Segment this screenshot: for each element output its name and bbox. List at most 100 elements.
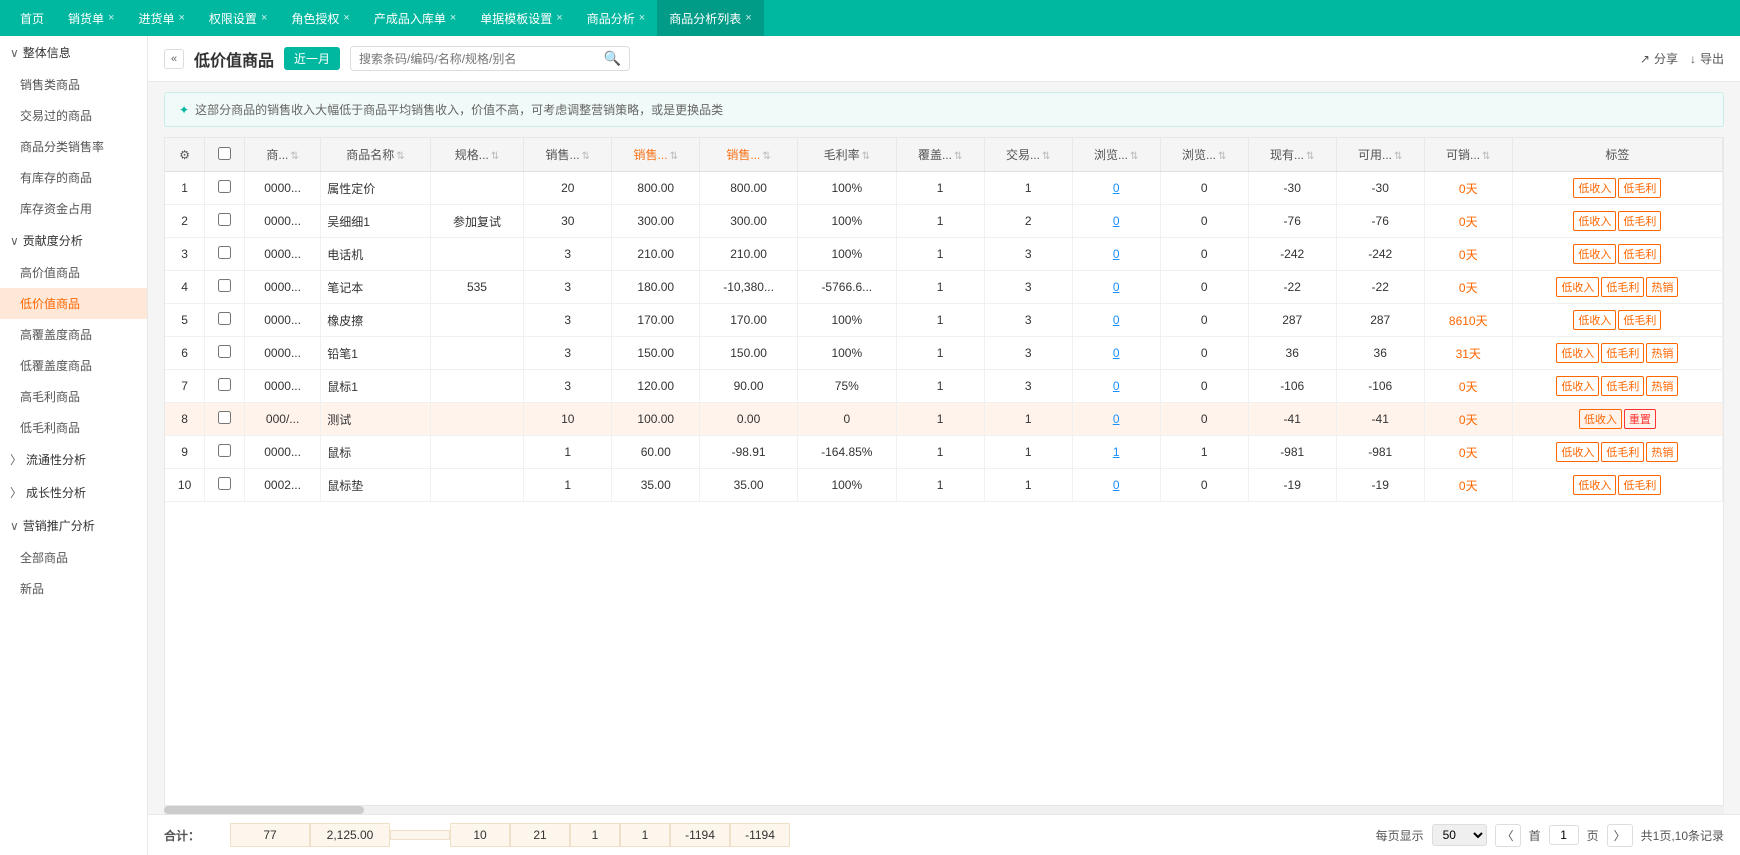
td-code: 0000... — [245, 238, 321, 271]
row-checkbox[interactable] — [218, 279, 231, 292]
view1-link[interactable]: 0 — [1113, 313, 1120, 327]
td-name: 笔记本 — [321, 271, 430, 304]
nav-sales-order[interactable]: 销货单 × — [56, 0, 126, 36]
sidebar-group-overall[interactable]: ∨ 整体信息 — [0, 36, 147, 69]
nav-product-warehouse[interactable]: 产成品入库单 × — [362, 0, 468, 36]
share-button[interactable]: ↗ 分享 — [1640, 50, 1678, 67]
page-input[interactable] — [1549, 825, 1579, 845]
td-code: 0000... — [245, 172, 321, 205]
row-checkbox[interactable] — [218, 477, 231, 490]
sidebar-group-liquidity[interactable]: 〉 流通性分析 — [0, 443, 147, 476]
td-sellable: 0天 — [1424, 370, 1512, 403]
sidebar-group-marketing[interactable]: ∨ 营销推广分析 — [0, 509, 147, 542]
sidebar-item-low-margin[interactable]: 低毛利商品 — [0, 412, 147, 443]
td-sellable: 0天 — [1424, 172, 1512, 205]
sidebar-item-high-coverage[interactable]: 高覆盖度商品 — [0, 319, 147, 350]
sidebar-item-all-products[interactable]: 全部商品 — [0, 542, 147, 573]
tag: 低收入 — [1573, 211, 1616, 231]
nav-close-permission[interactable]: × — [261, 12, 267, 24]
td-qty: 3 — [524, 304, 612, 337]
sidebar-group-contribution[interactable]: ∨ 贡献度分析 — [0, 224, 147, 257]
nav-close-purchase[interactable]: × — [178, 12, 184, 24]
sidebar-item-category-sales-rate[interactable]: 商品分类销售率 — [0, 131, 147, 162]
first-page-btn[interactable]: 〈 — [1495, 824, 1521, 847]
nav-role-auth[interactable]: 角色授权 × — [279, 0, 361, 36]
row-checkbox[interactable] — [218, 411, 231, 424]
view1-link[interactable]: 0 — [1113, 214, 1120, 228]
view1-link[interactable]: 0 — [1113, 379, 1120, 393]
sort-icon: ⇅ — [582, 151, 590, 162]
sidebar-item-traded-products[interactable]: 交易过的商品 — [0, 100, 147, 131]
td-no: 3 — [165, 238, 205, 271]
nav-close-template[interactable]: × — [556, 12, 562, 24]
nav-close-analysis-list[interactable]: × — [745, 12, 751, 24]
th-settings[interactable]: ⚙ — [165, 138, 205, 172]
view1-link[interactable]: 0 — [1113, 346, 1120, 360]
sort-icon: ⇅ — [1306, 151, 1314, 162]
sidebar-group-growth[interactable]: 〉 成长性分析 — [0, 476, 147, 509]
sidebar-collapse-btn[interactable]: « — [164, 49, 184, 69]
view1-link[interactable]: 1 — [1113, 445, 1120, 459]
share-icon: ↗ — [1640, 52, 1650, 66]
td-code: 000/... — [245, 403, 321, 436]
time-filter-button[interactable]: 近一月 — [284, 47, 340, 70]
nav-purchase-order[interactable]: 进货单 × — [126, 0, 196, 36]
td-coverage: 1 — [896, 403, 984, 436]
nav-permission[interactable]: 权限设置 × — [197, 0, 279, 36]
table-row: 5 0000... 橡皮擦 3 170.00 170.00 100% 1 3 0… — [165, 304, 1723, 337]
nav-home[interactable]: 首页 — [8, 0, 56, 36]
td-qty: 10 — [524, 403, 612, 436]
search-icon[interactable]: 🔍 — [604, 50, 621, 67]
sidebar-item-high-value[interactable]: 高价值商品 — [0, 257, 147, 288]
td-tags: 低收入低毛利热销 — [1512, 436, 1722, 469]
td-amount: 210.00 — [612, 238, 700, 271]
nav-template[interactable]: 单据模板设置 × — [468, 0, 574, 36]
row-checkbox[interactable] — [218, 345, 231, 358]
nav-close-warehouse[interactable]: × — [450, 12, 456, 24]
scrollbar-thumb[interactable] — [164, 806, 364, 814]
page-title: 低价值商品 — [194, 47, 274, 71]
td-avgprice: 0.00 — [700, 403, 798, 436]
td-spec — [430, 337, 524, 370]
row-checkbox[interactable] — [218, 312, 231, 325]
sidebar-item-inventory-capital[interactable]: 库存资金占用 — [0, 193, 147, 224]
nav-close-sales[interactable]: × — [108, 12, 114, 24]
next-page-btn[interactable]: 〉 — [1607, 824, 1633, 847]
td-view2: 0 — [1160, 469, 1248, 502]
sidebar-item-sales-products[interactable]: 销售类商品 — [0, 69, 147, 100]
td-margin: 100% — [797, 304, 896, 337]
row-checkbox[interactable] — [218, 213, 231, 226]
tag: 热销 — [1646, 343, 1678, 363]
view1-link[interactable]: 0 — [1113, 412, 1120, 426]
view1-link[interactable]: 0 — [1113, 247, 1120, 261]
view1-link[interactable]: 0 — [1113, 280, 1120, 294]
nav-product-analysis[interactable]: 商品分析 × — [575, 0, 657, 36]
row-checkbox[interactable] — [218, 444, 231, 457]
sort-icon: ⇅ — [290, 151, 298, 162]
sidebar-item-low-coverage[interactable]: 低覆盖度商品 — [0, 350, 147, 381]
sidebar-item-new-products[interactable]: 新品 — [0, 573, 147, 604]
view1-link[interactable]: 0 — [1113, 478, 1120, 492]
page-size-select[interactable]: 50 100 — [1432, 824, 1487, 846]
td-avgprice: 210.00 — [700, 238, 798, 271]
sidebar-item-high-margin[interactable]: 高毛利商品 — [0, 381, 147, 412]
select-all-checkbox[interactable] — [218, 147, 231, 160]
sidebar-item-low-value[interactable]: 低价值商品 — [0, 288, 147, 319]
view1-link[interactable]: 0 — [1113, 181, 1120, 195]
total-available: -1194 — [730, 823, 790, 847]
row-checkbox[interactable] — [218, 378, 231, 391]
settings-icon[interactable]: ⚙ — [179, 148, 190, 162]
scrollbar-area[interactable] — [164, 806, 1724, 814]
row-checkbox[interactable] — [218, 246, 231, 259]
td-view1: 0 — [1072, 403, 1160, 436]
search-input[interactable] — [359, 52, 600, 66]
nav-close-role[interactable]: × — [343, 12, 349, 24]
td-spec: 535 — [430, 271, 524, 304]
nav-close-analysis[interactable]: × — [639, 12, 645, 24]
sidebar-item-stocked-products[interactable]: 有库存的商品 — [0, 162, 147, 193]
total-qty: 77 — [230, 823, 310, 847]
td-spec — [430, 370, 524, 403]
export-button[interactable]: ↓ 导出 — [1690, 50, 1724, 67]
row-checkbox[interactable] — [218, 180, 231, 193]
nav-product-analysis-list[interactable]: 商品分析列表 × — [657, 0, 763, 36]
